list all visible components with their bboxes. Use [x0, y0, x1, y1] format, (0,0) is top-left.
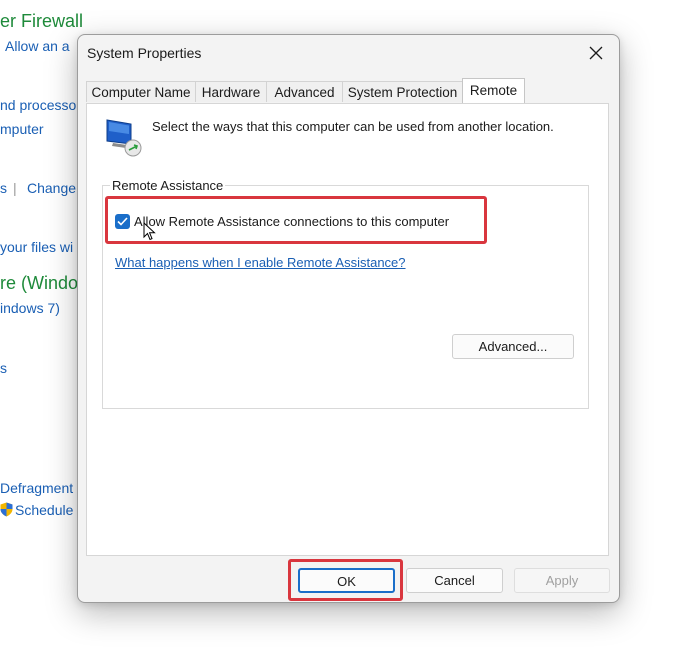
tab-remote[interactable]: Remote: [462, 78, 525, 103]
title-bar[interactable]: System Properties: [78, 35, 619, 71]
settings-link[interactable]: s: [0, 180, 7, 196]
link-separator: |: [13, 180, 17, 196]
tab-system-protection[interactable]: System Protection: [342, 81, 463, 102]
allow-app-link[interactable]: Allow an a: [5, 38, 70, 54]
remote-tab-panel: Select the ways that this computer can b…: [86, 103, 609, 556]
change-link[interactable]: Change: [27, 180, 76, 196]
tab-advanced[interactable]: Advanced: [266, 81, 343, 102]
files-link[interactable]: your files wi: [0, 239, 73, 255]
remote-assistance-group: Remote Assistance Allow Remote Assistanc…: [102, 178, 589, 409]
tab-computer-name[interactable]: Computer Name: [86, 81, 196, 102]
computer-remote-icon: [106, 119, 142, 157]
intro-text: Select the ways that this computer can b…: [152, 119, 554, 134]
tab-hardware[interactable]: Hardware: [195, 81, 267, 102]
system-properties-dialog: System Properties Computer Name Hardware…: [77, 34, 620, 603]
firewall-heading[interactable]: er Firewall: [0, 11, 83, 32]
processor-link[interactable]: nd processo: [0, 97, 76, 113]
tools-link[interactable]: s: [0, 360, 7, 376]
remote-assistance-help-link[interactable]: What happens when I enable Remote Assist…: [115, 255, 406, 270]
close-icon: [589, 46, 603, 60]
windows-heading[interactable]: re (Windo: [0, 273, 78, 294]
advanced-button[interactable]: Advanced...: [452, 334, 574, 359]
computer-link[interactable]: mputer: [0, 121, 44, 137]
apply-button[interactable]: Apply: [514, 568, 610, 593]
checkmark-icon: [117, 217, 128, 226]
dialog-title: System Properties: [87, 45, 202, 61]
defragment-link[interactable]: Defragment: [0, 480, 73, 496]
schedule-link[interactable]: Schedule: [0, 502, 73, 518]
cancel-button[interactable]: Cancel: [406, 568, 503, 593]
allow-remote-assistance-label[interactable]: Allow Remote Assistance connections to t…: [134, 214, 449, 229]
shield-icon: [0, 502, 13, 517]
allow-remote-assistance-checkbox[interactable]: [115, 214, 130, 229]
schedule-label: Schedule: [15, 502, 74, 518]
mouse-cursor-icon: [143, 222, 156, 241]
ok-button-highlight: [288, 559, 403, 601]
remote-assistance-label: Remote Assistance: [110, 178, 226, 193]
close-button[interactable]: [581, 39, 611, 67]
windows7-link[interactable]: indows 7): [0, 300, 60, 316]
